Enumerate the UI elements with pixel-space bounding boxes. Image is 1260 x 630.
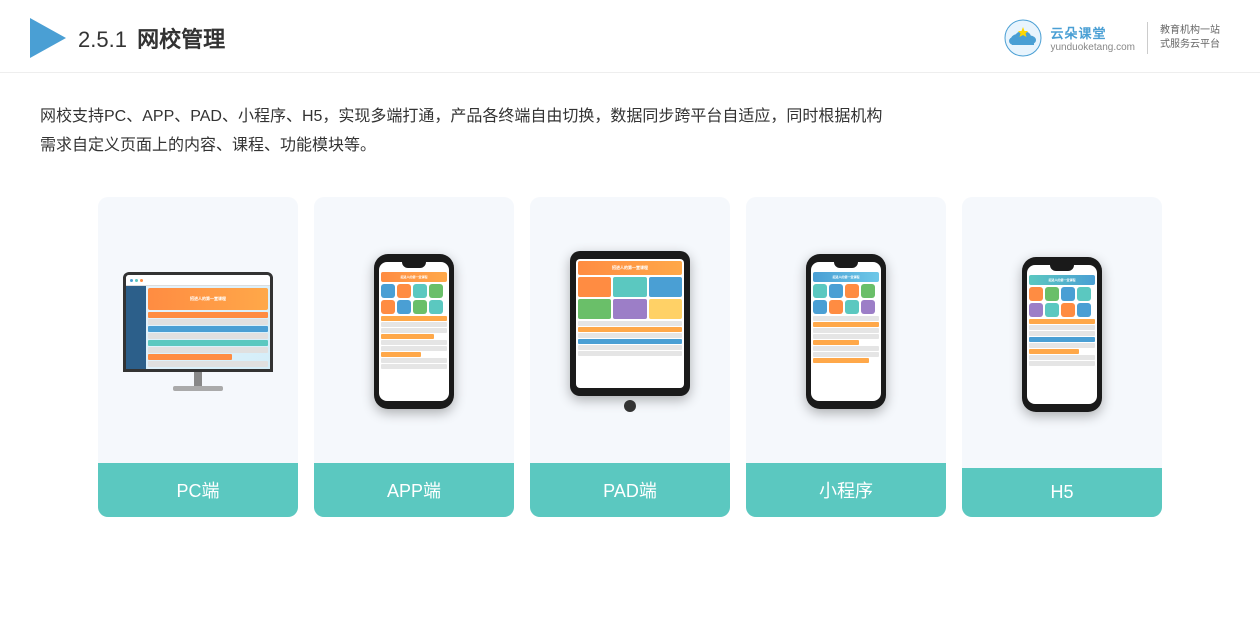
header: 2.5.1 网校管理 云朵课堂 yunduo — [0, 0, 1260, 73]
phone-inner-2: 招进人的第一堂课程 — [811, 262, 881, 401]
brand-slogan-line2: 式服务云平台 — [1160, 38, 1220, 52]
brand-logo — [1004, 19, 1042, 57]
page: 2.5.1 网校管理 云朵课堂 yunduo — [0, 0, 1260, 630]
brand-url: yunduoketang.com — [1050, 42, 1135, 53]
section-name: 网校管理 — [137, 27, 225, 52]
card-miniprogram: 招进人的第一堂课程 — [746, 197, 946, 517]
card-app-label: APP端 — [314, 463, 514, 517]
description: 网校支持PC、APP、PAD、小程序、H5，实现多端打通，产品各终端自由切换，数… — [0, 73, 1260, 177]
header-left: 2.5.1 网校管理 — [30, 18, 225, 58]
phone-inner-3: 招进人的第一堂课程 — [1027, 265, 1097, 404]
pc-mockup: 招进人的第一堂课程 — [123, 272, 273, 391]
brand-slogan-line1: 教育机构一站 — [1160, 24, 1220, 38]
phone-inner: 招进人的第一堂课程 — [379, 262, 449, 401]
card-h5: 招进人的第一堂课程 — [962, 197, 1162, 517]
card-pad-image: 招进人的第一堂课程 — [530, 197, 730, 463]
monitor-body: 招进人的第一堂课程 — [123, 272, 273, 372]
h5-phone-mockup: 招进人的第一堂课程 — [1022, 257, 1102, 412]
phone-outer-2: 招进人的第一堂课程 — [806, 254, 886, 409]
brand-divider — [1147, 22, 1148, 54]
card-app-image: 招进人的第一堂课程 — [314, 197, 514, 463]
card-h5-image: 招进人的第一堂课程 — [962, 197, 1162, 468]
pad-home-button — [624, 400, 636, 412]
logo-icon — [30, 18, 66, 58]
pad-outer: 招进人的第一堂课程 — [570, 251, 690, 396]
cards-container: 招进人的第一堂课程 — [0, 177, 1260, 547]
card-pad-label: PAD端 — [530, 463, 730, 517]
card-pad: 招进人的第一堂课程 — [530, 197, 730, 517]
section-number: 2.5.1 — [78, 27, 127, 52]
phone-outer-3: 招进人的第一堂课程 — [1022, 257, 1102, 412]
pad-inner: 招进人的第一堂课程 — [576, 259, 684, 388]
card-app: 招进人的第一堂课程 — [314, 197, 514, 517]
brand-name: 云朵课堂 — [1050, 23, 1106, 42]
miniprogram-phone-mockup: 招进人的第一堂课程 — [806, 254, 886, 409]
brand-text: 云朵课堂 yunduoketang.com — [1050, 23, 1135, 53]
monitor-screen: 招进人的第一堂课程 — [126, 275, 270, 369]
page-title: 2.5.1 网校管理 — [78, 22, 225, 54]
card-miniprogram-image: 招进人的第一堂课程 — [746, 197, 946, 463]
brand-slogan: 教育机构一站 式服务云平台 — [1160, 24, 1220, 52]
pad-mockup: 招进人的第一堂课程 — [570, 251, 690, 412]
card-pc-image: 招进人的第一堂课程 — [98, 197, 298, 463]
brand-cloud-icon — [1004, 19, 1042, 57]
card-miniprogram-label: 小程序 — [746, 463, 946, 517]
card-pc-label: PC端 — [98, 463, 298, 517]
phone-outer: 招进人的第一堂课程 — [374, 254, 454, 409]
description-line1: 网校支持PC、APP、PAD、小程序、H5，实现多端打通，产品各终端自由切换，数… — [40, 103, 1220, 132]
description-line2: 需求自定义页面上的内容、课程、功能模块等。 — [40, 132, 1220, 161]
card-h5-label: H5 — [962, 468, 1162, 517]
card-pc: 招进人的第一堂课程 — [98, 197, 298, 517]
brand-area: 云朵课堂 yunduoketang.com 教育机构一站 式服务云平台 — [1004, 19, 1220, 57]
app-phone-mockup: 招进人的第一堂课程 — [374, 254, 454, 409]
